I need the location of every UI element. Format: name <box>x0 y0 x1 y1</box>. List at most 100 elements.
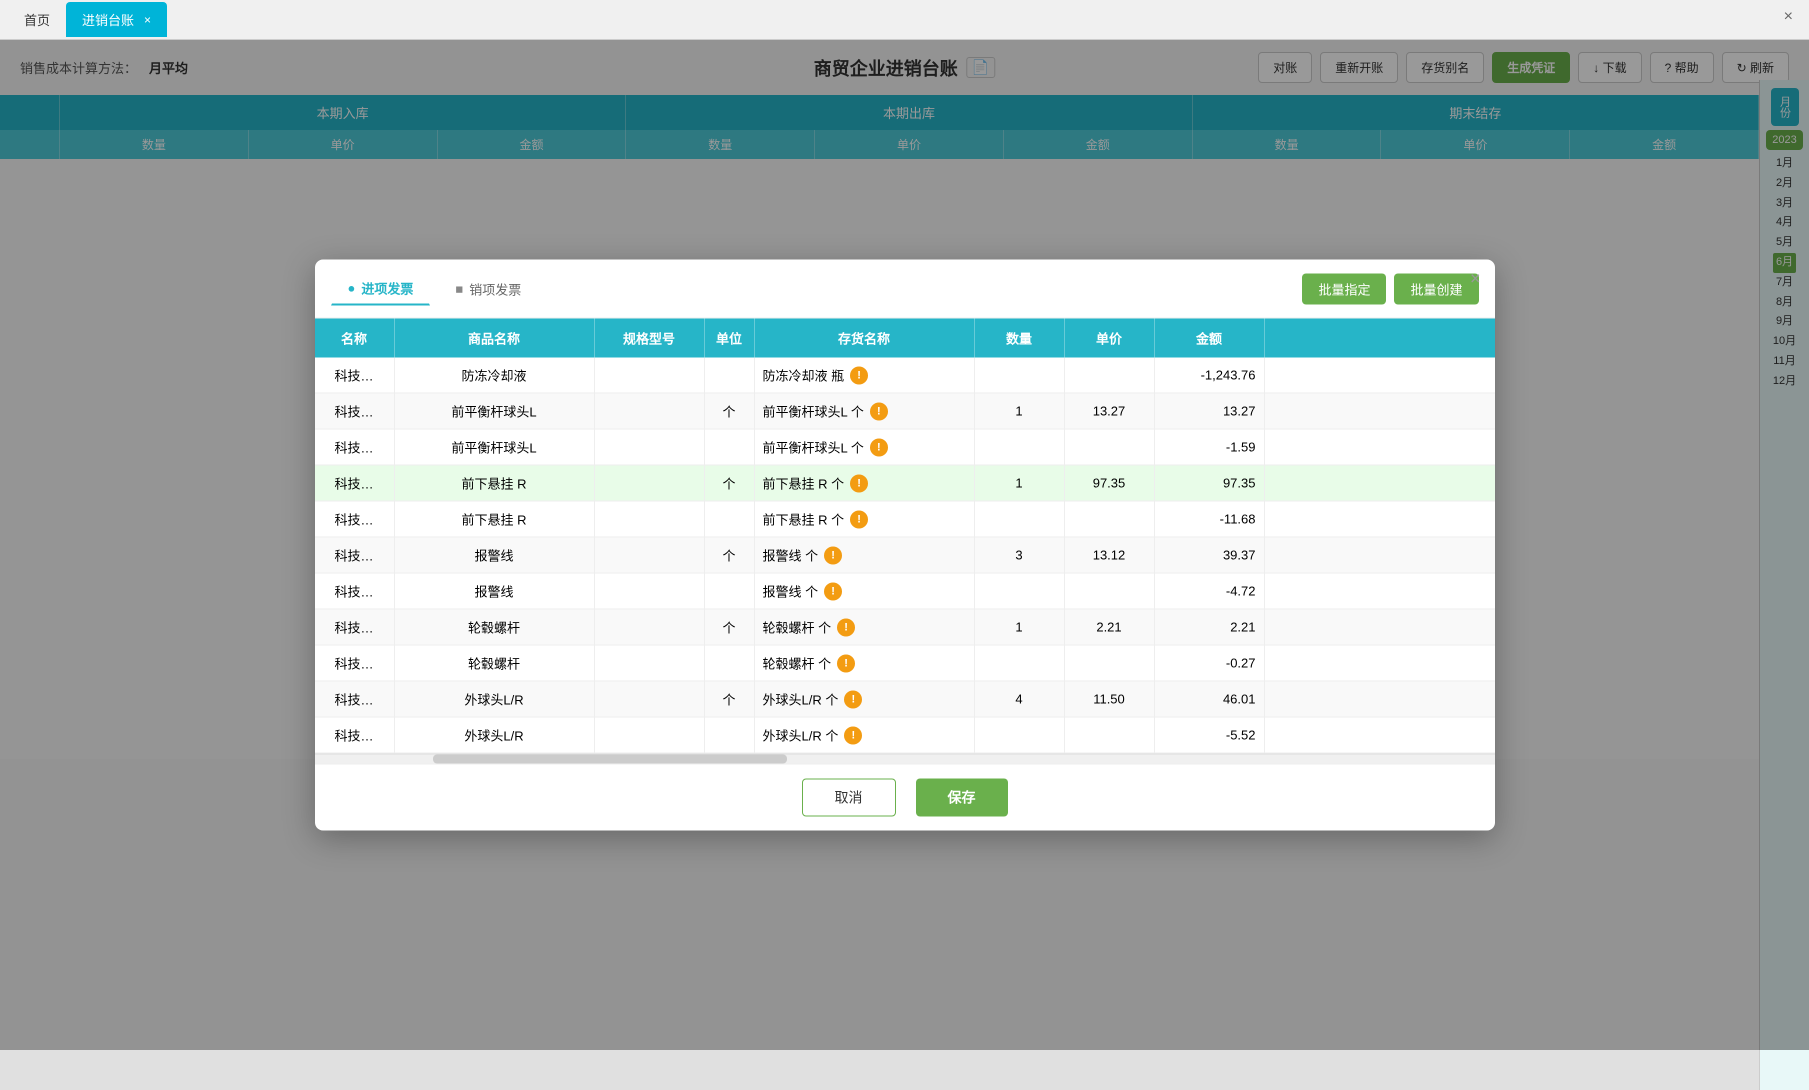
warning-icon: ! <box>850 366 868 384</box>
table-row[interactable]: 科技…报警线报警线 个!-4.72 <box>315 574 1495 610</box>
cell-name: 科技… <box>315 430 395 465</box>
col-header-name: 名称 <box>315 319 395 358</box>
cell-price <box>1065 718 1155 753</box>
cell-spec <box>595 358 705 393</box>
cell-product: 前平衡杆球头L <box>395 394 595 429</box>
cancel-button[interactable]: 取消 <box>802 779 896 817</box>
tab-home[interactable]: 首页 <box>8 2 66 37</box>
table-row[interactable]: 科技…轮毂螺杆轮毂螺杆 个!-0.27 <box>315 646 1495 682</box>
cell-product: 前下悬挂 R <box>395 466 595 501</box>
cell-quantity <box>975 718 1065 753</box>
cell-unit: 个 <box>705 610 755 645</box>
table-row[interactable]: 科技…外球头L/R 外球头L/R 个! -5.52 <box>315 718 1495 754</box>
cell-price <box>1065 430 1155 465</box>
col-header-price: 单价 <box>1065 319 1155 358</box>
cell-quantity: 4 <box>975 682 1065 717</box>
table-row[interactable]: 科技…轮毂螺杆个轮毂螺杆 个!12.212.21 <box>315 610 1495 646</box>
cell-name: 科技… <box>315 718 395 753</box>
cell-price: 13.27 <box>1065 394 1155 429</box>
cell-inventory: 前平衡杆球头L 个! <box>755 394 975 429</box>
warning-icon: ! <box>844 726 862 744</box>
warning-icon: ! <box>824 582 842 600</box>
table-row[interactable]: 科技…前平衡杆球头L前平衡杆球头L 个!-1.59 <box>315 430 1495 466</box>
cell-quantity <box>975 430 1065 465</box>
dialog-table-body: 科技…防冻冷却液防冻冷却液 瓶!-1,243.76科技…前平衡杆球头L个前平衡杆… <box>315 358 1495 754</box>
cell-amount: 39.37 <box>1155 538 1265 573</box>
cell-unit: 个 <box>705 538 755 573</box>
cell-inventory: 外球头L/R 个! <box>755 718 975 753</box>
cell-amount: -1,243.76 <box>1155 358 1265 393</box>
cell-quantity <box>975 358 1065 393</box>
window-close-button[interactable]: × <box>1784 8 1793 26</box>
cell-product: 轮毂螺杆 <box>395 610 595 645</box>
cell-price <box>1065 646 1155 681</box>
cell-spec <box>595 610 705 645</box>
cell-inventory: 轮毂螺杆 个! <box>755 646 975 681</box>
cell-product: 外球头L/R <box>395 718 595 753</box>
batch-create-button[interactable]: 批量创建 <box>1394 273 1478 304</box>
dialog-table: 名称 商品名称 规格型号 单位 存货名称 数量 单价 金额 科技…防冻冷却液防冻… <box>315 319 1495 754</box>
cell-inventory: 前下悬挂 R 个! <box>755 466 975 501</box>
cell-inventory: 报警线 个! <box>755 538 975 573</box>
cell-unit <box>705 718 755 753</box>
table-row[interactable]: 科技…前下悬挂 R前下悬挂 R 个!-11.68 <box>315 502 1495 538</box>
tab-outgoing-invoice[interactable]: ■ 销项发票 <box>438 272 538 305</box>
save-button[interactable]: 保存 <box>916 779 1008 817</box>
col-header-spec: 规格型号 <box>595 319 705 358</box>
dialog-footer: 取消 保存 <box>315 764 1495 831</box>
cell-spec <box>595 574 705 609</box>
cell-unit <box>705 430 755 465</box>
cell-name: 科技… <box>315 646 395 681</box>
cell-amount: -5.52 <box>1155 718 1265 753</box>
cell-unit: 个 <box>705 682 755 717</box>
tab-close-icon[interactable]: × <box>144 13 151 27</box>
cell-spec <box>595 646 705 681</box>
warning-icon: ! <box>870 438 888 456</box>
cell-price <box>1065 502 1155 537</box>
col-header-unit: 单位 <box>705 319 755 358</box>
warning-icon: ! <box>870 402 888 420</box>
cell-amount: 46.01 <box>1155 682 1265 717</box>
cell-unit <box>705 646 755 681</box>
cell-amount: 13.27 <box>1155 394 1265 429</box>
cell-quantity <box>975 574 1065 609</box>
cell-product: 报警线 <box>395 538 595 573</box>
cell-amount: -11.68 <box>1155 502 1265 537</box>
cell-inventory: 防冻冷却液 瓶! <box>755 358 975 393</box>
cell-name: 科技… <box>315 682 395 717</box>
batch-assign-button[interactable]: 批量指定 <box>1302 273 1386 304</box>
tab-ledger[interactable]: 进销台账 × <box>66 2 167 37</box>
cell-spec <box>595 538 705 573</box>
cell-name: 科技… <box>315 358 395 393</box>
cell-quantity <box>975 502 1065 537</box>
table-row[interactable]: 科技…报警线个报警线 个!313.1239.37 <box>315 538 1495 574</box>
dialog-header: ● 进项发票 ■ 销项发票 批量指定 批量创建 × <box>315 260 1495 319</box>
cell-quantity: 1 <box>975 394 1065 429</box>
cell-spec <box>595 394 705 429</box>
table-row[interactable]: 科技…前平衡杆球头L个前平衡杆球头L 个!113.2713.27 <box>315 394 1495 430</box>
cell-quantity <box>975 646 1065 681</box>
warning-icon: ! <box>824 546 842 564</box>
tab-incoming-invoice[interactable]: ● 进项发票 <box>331 272 431 306</box>
col-header-product: 商品名称 <box>395 319 595 358</box>
dialog-close-button[interactable]: × <box>1470 270 1481 288</box>
table-row[interactable]: 科技…防冻冷却液 防冻冷却液 瓶! -1,243.76 <box>315 358 1495 394</box>
cell-unit <box>705 502 755 537</box>
dialog-scrollbar[interactable] <box>315 754 1495 764</box>
table-row[interactable]: 科技…前下悬挂 R个前下悬挂 R 个!197.3597.35 <box>315 466 1495 502</box>
cell-inventory: 外球头L/R 个! <box>755 682 975 717</box>
table-row[interactable]: 科技…外球头L/R个外球头L/R 个!411.5046.01 <box>315 682 1495 718</box>
cell-amount: -1.59 <box>1155 430 1265 465</box>
warning-icon: ! <box>837 654 855 672</box>
scrollbar-thumb <box>433 755 787 764</box>
cell-amount: -4.72 <box>1155 574 1265 609</box>
cell-amount: 2.21 <box>1155 610 1265 645</box>
main-content: 销售成本计算方法： 月平均 商贸企业进销台账 📄 对账 重新开账 存货别名 生成… <box>0 40 1809 1050</box>
cell-inventory: 报警线 个! <box>755 574 975 609</box>
cell-product: 防冻冷却液 <box>395 358 595 393</box>
warning-icon: ! <box>837 618 855 636</box>
cell-product: 前平衡杆球头L <box>395 430 595 465</box>
col-header-inventory: 存货名称 <box>755 319 975 358</box>
cell-spec <box>595 466 705 501</box>
cell-spec <box>595 430 705 465</box>
